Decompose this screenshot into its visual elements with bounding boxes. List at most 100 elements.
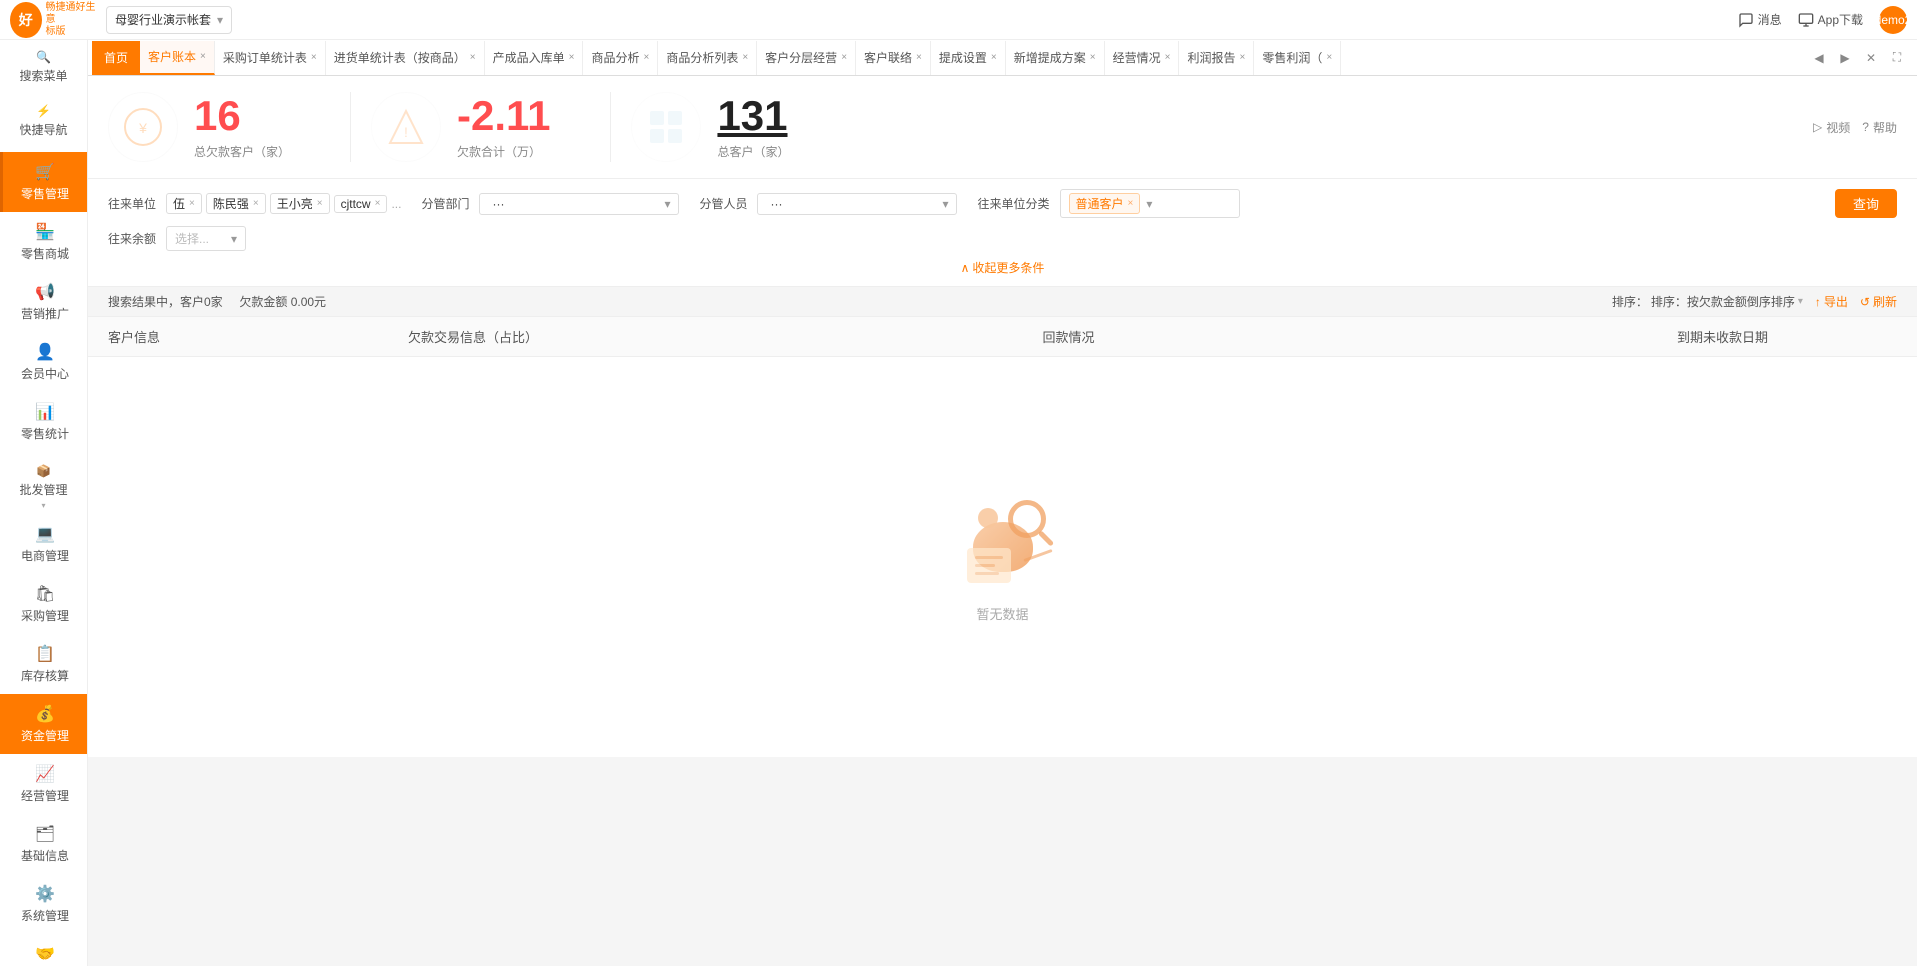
tab-customer-segmentation[interactable]: 客户分层经营 × [757, 41, 856, 75]
retail-mgmt-icon: 🛒 [35, 162, 55, 182]
sidebar-item-base-info[interactable]: 🗂 基础信息 [0, 814, 87, 874]
sidebar-item-enterprise-collab[interactable]: 🤝 企业协同 [0, 934, 87, 966]
sort-label: 排序： [1612, 293, 1648, 310]
filter-tag-close-3[interactable]: × [375, 198, 381, 209]
debt-amount-icon: ! [386, 107, 426, 147]
sidebar-item-finance[interactable]: 💰 资金管理 [0, 694, 87, 754]
inventory-icon: 📋 [35, 644, 55, 664]
filter-area: 往来单位 伍 × 陈民强 × 王小亮 [88, 179, 1917, 287]
tab-customer-contact[interactable]: 客户联络 × [856, 41, 931, 75]
collapse-up-icon: ∧ [961, 261, 970, 275]
branch-dept-select[interactable]: ··· ▾ [479, 193, 679, 215]
logo-icon: 好 [10, 2, 42, 38]
app-download-button[interactable]: App下载 [1798, 11, 1863, 28]
result-bar: 搜索结果中，客户0家 欠款金额 0.00元 排序： 排序：按欠款金额倒序排序 ▾… [88, 287, 1917, 317]
tab-close-4[interactable]: × [643, 52, 649, 63]
tab-expand-button[interactable]: ⛶ [1885, 46, 1909, 70]
sidebar-quick-nav[interactable]: ⚡ 快捷导航 [0, 94, 87, 148]
tab-product-analysis[interactable]: 商品分析 × [583, 41, 658, 75]
tab-close-9[interactable]: × [1090, 52, 1096, 63]
tab-next-button[interactable]: ▶ [1833, 46, 1857, 70]
balance-select[interactable]: 选择... ▾ [166, 226, 246, 251]
sidebar-item-batch[interactable]: 📦 批发管理 ▾ [0, 456, 87, 514]
sidebar-item-retail-mall[interactable]: 🏪 零售商城 [0, 212, 87, 272]
sidebar-item-retail-mgmt[interactable]: 🛒 零售管理 [0, 152, 87, 212]
table-header-due-date: 到期未收款日期 [1677, 327, 1897, 346]
logo-area: 好 畅捷通好生意 标版 [10, 2, 98, 38]
sidebar-item-operations[interactable]: 📈 经营管理 [0, 754, 87, 814]
tab-product-analysis-list[interactable]: 商品分析列表 × [658, 41, 757, 75]
filter-tag-close-2[interactable]: × [317, 198, 323, 209]
tab-home[interactable]: 首页 [92, 41, 140, 75]
svg-text:¥: ¥ [138, 120, 147, 136]
tab-profit-report[interactable]: 利润报告 × [1179, 41, 1254, 75]
empty-state: 暂无数据 [943, 432, 1063, 683]
tab-add-commission[interactable]: 新增提成方案 × [1006, 41, 1105, 75]
store-selector[interactable]: 母婴行业演示帐套 ▾ [106, 6, 232, 34]
page-content: ¥ 16 总欠款客户（家） ! -2.11 [88, 76, 1917, 966]
filter-tag-3[interactable]: cjttcw × [334, 195, 388, 213]
filter-tag-close-1[interactable]: × [253, 198, 259, 209]
mouse-ear [978, 508, 998, 528]
tab-customer-ledger[interactable]: 客户账本 × [140, 41, 215, 75]
tab-close-0[interactable]: × [200, 51, 206, 62]
search-result-text: 搜索结果中，客户0家 欠款金额 0.00元 [108, 293, 326, 310]
tab-close-3[interactable]: × [569, 52, 575, 63]
member-icon: 👤 [35, 342, 55, 362]
help-button[interactable]: ? 帮助 [1862, 119, 1897, 136]
sidebar-item-member[interactable]: 👤 会员中心 [0, 332, 87, 392]
purchase-icon: 🛍 [35, 584, 55, 604]
company-type-select[interactable]: 普通客户 × ▾ [1060, 189, 1240, 218]
tab-close-7[interactable]: × [916, 52, 922, 63]
retail-mall-icon: 🏪 [35, 222, 55, 242]
export-icon: ↑ [1815, 295, 1821, 309]
filter-tag-2[interactable]: 王小亮 × [270, 193, 330, 214]
tab-close-6[interactable]: × [841, 52, 847, 63]
query-button[interactable]: 查询 [1835, 189, 1897, 218]
tab-operations-status[interactable]: 经营情况 × [1105, 41, 1180, 75]
company-type-selected-tag: 普通客户 × [1069, 193, 1141, 214]
user-avatar[interactable]: demo2 [1879, 6, 1907, 34]
filter-tag-close-0[interactable]: × [189, 198, 195, 209]
empty-text: 暂无数据 [976, 604, 1028, 623]
tab-close-12[interactable]: × [1326, 52, 1332, 63]
tab-close-all-button[interactable]: ✕ [1859, 46, 1883, 70]
tab-inbound-stats[interactable]: 进货单统计表（按商品） × [326, 41, 485, 75]
filter-row-1: 往来单位 伍 × 陈民强 × 王小亮 [108, 189, 1897, 218]
tab-close-11[interactable]: × [1239, 52, 1245, 63]
collapse-button[interactable]: ∧ 收起更多条件 [961, 259, 1045, 276]
more-tags-button[interactable]: ... [391, 197, 401, 211]
message-button[interactable]: 消息 [1738, 11, 1782, 28]
filter-tag-1[interactable]: 陈民强 × [206, 193, 266, 214]
tab-close-8[interactable]: × [991, 52, 997, 63]
video-button[interactable]: ▷ 视频 [1813, 119, 1850, 136]
tab-retail-profit[interactable]: 零售利润（ × [1254, 41, 1341, 75]
base-info-icon: 🗂 [35, 824, 55, 844]
branch-dept-label: 分管部门 [421, 195, 469, 212]
sidebar-item-sys-mgmt[interactable]: ⚙️ 系统管理 [0, 874, 87, 934]
sort-select[interactable]: 排序： 排序：按欠款金额倒序排序 ▾ [1612, 293, 1803, 310]
tab-close-10[interactable]: × [1165, 52, 1171, 63]
content-area: 首页 客户账本 × 采购订单统计表 × 进货单统计表（按商品） × 产成品入库单… [88, 40, 1917, 966]
branch-person-select[interactable]: ··· ▾ [757, 193, 957, 215]
sidebar-item-purchase[interactable]: 🛍 采购管理 [0, 574, 87, 634]
sidebar-item-ecommerce[interactable]: 💻 电商管理 [0, 514, 87, 574]
tab-close-5[interactable]: × [742, 52, 748, 63]
tab-close-2[interactable]: × [470, 52, 476, 63]
sidebar-item-marketing[interactable]: 📢 营销推广 [0, 272, 87, 332]
batch-icon: 📦 [36, 464, 51, 478]
filter-tag-0[interactable]: 伍 × [166, 193, 202, 214]
tab-close-1[interactable]: × [311, 52, 317, 63]
tab-prev-button[interactable]: ◀ [1807, 46, 1831, 70]
company-type-tag-close[interactable]: × [1128, 198, 1134, 209]
sidebar-search[interactable]: 🔍 搜索菜单 [0, 40, 87, 94]
tab-purchase-order[interactable]: 采购订单统计表 × [215, 41, 326, 75]
sidebar-item-inventory[interactable]: 📋 库存核算 [0, 634, 87, 694]
refresh-button[interactable]: ↺ 刷新 [1860, 293, 1897, 310]
tab-product-inbound[interactable]: 产成品入库单 × [485, 41, 584, 75]
stat-block-debt-amount: ! -2.11 欠款合计（万） [350, 92, 550, 162]
total-customers-number: 131 [717, 95, 789, 137]
sidebar-item-retail-stats[interactable]: 📊 零售统计 [0, 392, 87, 452]
export-button[interactable]: ↑ 导出 [1815, 293, 1848, 310]
tab-commission-setting[interactable]: 提成设置 × [931, 41, 1006, 75]
